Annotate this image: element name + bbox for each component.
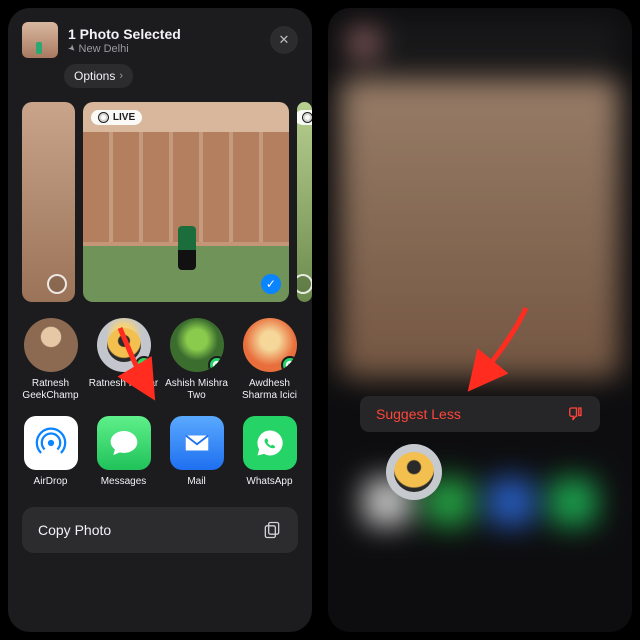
- contact-suggestion[interactable]: Ashish Mishra Two: [163, 318, 231, 402]
- whatsapp-badge-icon: [281, 356, 297, 372]
- mail-icon: [170, 416, 224, 470]
- selection-circle[interactable]: [297, 274, 312, 294]
- copy-photo-row[interactable]: Copy Photo: [22, 507, 298, 553]
- selection-count: 1 Photo Selected: [68, 26, 181, 42]
- photo-item[interactable]: [22, 102, 75, 302]
- context-menu-screenshot: Suggest Less: [320, 0, 640, 640]
- avatar-memoji: [97, 318, 151, 372]
- share-app-mail[interactable]: Mail: [163, 416, 231, 487]
- messages-badge-icon: [135, 356, 151, 372]
- avatar: [243, 318, 297, 372]
- thumbs-down-icon: [566, 405, 584, 423]
- location-label: ➤ New Delhi: [68, 43, 181, 55]
- contact-suggestion[interactable]: Awdhesh Sharma Icici: [236, 318, 304, 402]
- contact-suggestion[interactable]: Ratnesh Kumar: [90, 318, 158, 402]
- photo-carousel[interactable]: LIVE ✓ LIVE: [8, 102, 312, 302]
- whatsapp-icon: [243, 416, 297, 470]
- selected-photo-thumbnail[interactable]: [22, 22, 58, 58]
- suggest-less-menu-item[interactable]: Suggest Less: [360, 396, 600, 432]
- options-button[interactable]: Options ›: [64, 64, 133, 88]
- contact-suggestion[interactable]: Ratnesh GeekChamp: [17, 318, 85, 402]
- photo-item[interactable]: LIVE: [297, 102, 312, 302]
- photo-item-primary[interactable]: LIVE ✓: [83, 102, 289, 302]
- suggested-contacts-row: Ratnesh GeekChamp Ratnesh Kumar: [8, 302, 312, 412]
- app-share-row: AirDrop Messages Mail: [8, 412, 312, 497]
- share-app-messages[interactable]: Messages: [90, 416, 158, 487]
- share-sheet-screenshot: 1 Photo Selected ➤ New Delhi ✕ Options ›…: [0, 0, 320, 640]
- messages-icon: [97, 416, 151, 470]
- blurred-background: [328, 8, 632, 632]
- focused-contact-avatar[interactable]: [386, 444, 442, 500]
- selection-circle[interactable]: [47, 274, 67, 294]
- location-arrow-icon: ➤: [65, 42, 78, 55]
- live-badge: LIVE: [297, 110, 312, 125]
- avatar: [24, 318, 78, 372]
- share-sheet-header: 1 Photo Selected ➤ New Delhi ✕: [8, 8, 312, 66]
- whatsapp-badge-icon: [208, 356, 224, 372]
- live-badge: LIVE: [91, 110, 142, 125]
- selection-circle-checked[interactable]: ✓: [261, 274, 281, 294]
- chevron-right-icon: ›: [119, 70, 123, 82]
- share-app-whatsapp[interactable]: WhatsApp: [236, 416, 304, 487]
- copy-icon: [262, 520, 282, 540]
- share-app-airdrop[interactable]: AirDrop: [17, 416, 85, 487]
- close-button[interactable]: ✕: [270, 26, 298, 54]
- airdrop-icon: [24, 416, 78, 470]
- avatar: [170, 318, 224, 372]
